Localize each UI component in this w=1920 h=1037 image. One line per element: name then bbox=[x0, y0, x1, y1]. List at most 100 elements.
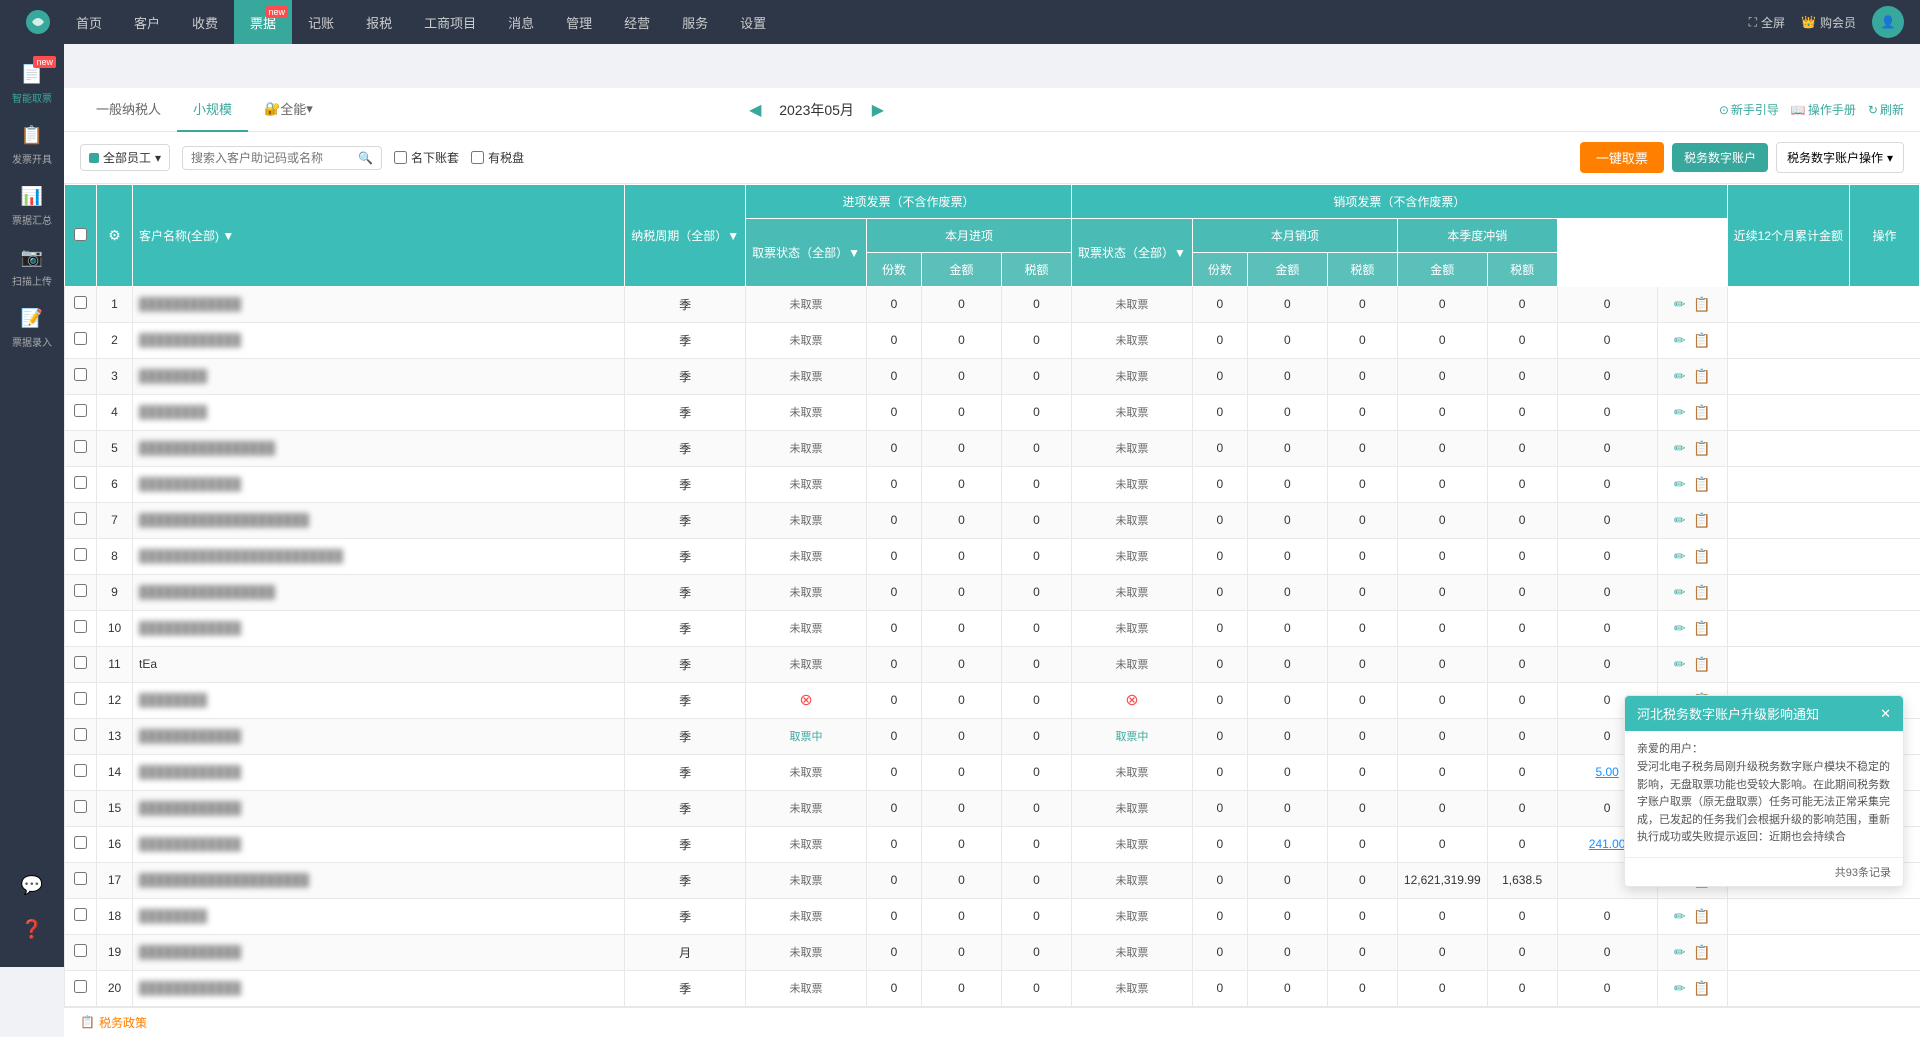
row-checkbox[interactable] bbox=[74, 908, 87, 921]
edit-button[interactable]: ✏ bbox=[1672, 942, 1688, 963]
copy-button[interactable]: 📋 bbox=[1691, 330, 1712, 351]
sidebar-item-invoice-open[interactable]: 📋 发票开具 bbox=[0, 113, 64, 174]
copy-button[interactable]: 📋 bbox=[1691, 618, 1712, 639]
th-client-name[interactable]: 客户名称(全部) ▼ bbox=[133, 185, 625, 287]
subaccount-checkbox[interactable] bbox=[394, 151, 407, 164]
taxdisk-checkbox[interactable] bbox=[471, 151, 484, 164]
row-checkbox[interactable] bbox=[74, 332, 87, 345]
edit-button[interactable]: ✏ bbox=[1672, 294, 1688, 315]
nav-operation[interactable]: 经营 bbox=[608, 0, 666, 44]
row-checkbox[interactable] bbox=[74, 620, 87, 633]
th-tax-period[interactable]: 纳税周期（全部）▼ bbox=[625, 185, 746, 287]
client-name[interactable]: ████████████ bbox=[139, 477, 241, 491]
edit-button[interactable]: ✏ bbox=[1672, 546, 1688, 567]
copy-button[interactable]: 📋 bbox=[1691, 510, 1712, 531]
gear-icon[interactable]: ⚙ bbox=[108, 227, 121, 243]
row-checkbox[interactable] bbox=[74, 980, 87, 993]
client-name[interactable]: ████████████ bbox=[139, 945, 241, 959]
copy-button[interactable]: 📋 bbox=[1691, 402, 1712, 423]
client-name[interactable]: ████████ bbox=[139, 369, 219, 383]
sidebar-item-smart-ticket[interactable]: 📄 智能取票 new bbox=[0, 52, 64, 113]
search-input[interactable] bbox=[191, 151, 354, 165]
row-checkbox[interactable] bbox=[74, 296, 87, 309]
employee-select[interactable]: 全部员工 ▾ bbox=[80, 144, 170, 171]
tab-all[interactable]: 🔐 全能 ▾ bbox=[248, 88, 329, 132]
nav-home[interactable]: 首页 bbox=[60, 0, 118, 44]
row-checkbox[interactable] bbox=[74, 548, 87, 561]
one-click-fetch-button[interactable]: 一键取票 bbox=[1580, 142, 1664, 173]
client-name[interactable]: tEa bbox=[139, 657, 157, 671]
edit-button[interactable]: ✏ bbox=[1672, 402, 1688, 423]
copy-button[interactable]: 📋 bbox=[1691, 438, 1712, 459]
row-checkbox[interactable] bbox=[74, 476, 87, 489]
sidebar-item-ticket-entry[interactable]: 📝 票据录入 bbox=[0, 296, 64, 357]
copy-button[interactable]: 📋 bbox=[1691, 366, 1712, 387]
refresh-link[interactable]: ↻ 刷新 bbox=[1868, 101, 1904, 118]
row-checkbox[interactable] bbox=[74, 692, 87, 705]
nav-accounting[interactable]: 记账 bbox=[292, 0, 350, 44]
new-guide-link[interactable]: ⊙ 新手引导 bbox=[1719, 101, 1779, 118]
sum-12m-link[interactable]: 5.00 bbox=[1595, 765, 1618, 779]
client-name[interactable]: ████████████ bbox=[139, 801, 241, 815]
nav-message[interactable]: 消息 bbox=[492, 0, 550, 44]
manual-link[interactable]: 📖 操作手册 bbox=[1791, 101, 1856, 118]
client-name[interactable]: ████████████ bbox=[139, 837, 241, 851]
row-checkbox[interactable] bbox=[74, 836, 87, 849]
sidebar-item-chat[interactable]: 💬 bbox=[0, 863, 64, 907]
tax-digital-account-button[interactable]: 税务数字账户 bbox=[1672, 143, 1768, 172]
nav-business[interactable]: 工商项目 bbox=[408, 0, 492, 44]
checkbox-subaccount[interactable]: 名下账套 bbox=[394, 149, 459, 166]
nav-tax[interactable]: 报税 bbox=[350, 0, 408, 44]
row-checkbox[interactable] bbox=[74, 512, 87, 525]
client-name[interactable]: ████████████ bbox=[139, 297, 241, 311]
edit-button[interactable]: ✏ bbox=[1672, 906, 1688, 927]
row-checkbox[interactable] bbox=[74, 404, 87, 417]
sidebar-item-help[interactable]: ❓ bbox=[0, 907, 64, 951]
sum-12m-link[interactable]: 241.00 bbox=[1589, 837, 1626, 851]
row-checkbox[interactable] bbox=[74, 800, 87, 813]
client-name[interactable]: ████████ bbox=[139, 405, 219, 419]
copy-button[interactable]: 📋 bbox=[1691, 546, 1712, 567]
date-prev-button[interactable]: ◀ bbox=[743, 98, 767, 122]
sidebar-item-ticket-summary[interactable]: 📊 票据汇总 bbox=[0, 174, 64, 235]
copy-button[interactable]: 📋 bbox=[1691, 582, 1712, 603]
edit-button[interactable]: ✏ bbox=[1672, 510, 1688, 531]
client-name[interactable]: ████████████████████ bbox=[139, 513, 309, 527]
tax-digital-dropdown-button[interactable]: 税务数字账户操作 ▾ bbox=[1776, 142, 1904, 173]
row-checkbox[interactable] bbox=[74, 440, 87, 453]
client-name[interactable]: ████████ bbox=[139, 693, 219, 707]
edit-button[interactable]: ✏ bbox=[1672, 330, 1688, 351]
edit-button[interactable]: ✏ bbox=[1672, 582, 1688, 603]
select-all-checkbox[interactable] bbox=[74, 228, 87, 241]
avatar[interactable]: 👤 bbox=[1872, 6, 1904, 38]
copy-button[interactable]: 📋 bbox=[1691, 942, 1712, 963]
row-checkbox[interactable] bbox=[74, 764, 87, 777]
tax-policy-link[interactable]: 📋 税务政策 bbox=[80, 1014, 147, 1031]
edit-button[interactable]: ✏ bbox=[1672, 618, 1688, 639]
edit-button[interactable]: ✏ bbox=[1672, 438, 1688, 459]
copy-button[interactable]: 📋 bbox=[1691, 294, 1712, 315]
client-name[interactable]: ████████████████████ bbox=[139, 873, 309, 887]
client-name[interactable]: ████████████ bbox=[139, 621, 241, 635]
row-checkbox[interactable] bbox=[74, 368, 87, 381]
client-name[interactable]: ████████████████ bbox=[139, 441, 275, 455]
nav-fee[interactable]: 收费 bbox=[176, 0, 234, 44]
client-name[interactable]: ████████████ bbox=[139, 333, 241, 347]
copy-button[interactable]: 📋 bbox=[1691, 474, 1712, 495]
row-checkbox[interactable] bbox=[74, 728, 87, 741]
sidebar-item-scan-upload[interactable]: 📷 扫描上传 bbox=[0, 235, 64, 296]
row-checkbox[interactable] bbox=[74, 584, 87, 597]
logo[interactable] bbox=[16, 0, 60, 44]
client-name[interactable]: ████████████ bbox=[139, 765, 241, 779]
th-in-status[interactable]: 取票状态（全部）▼ bbox=[746, 219, 867, 287]
nav-customer[interactable]: 客户 bbox=[118, 0, 176, 44]
nav-settings[interactable]: 设置 bbox=[724, 0, 782, 44]
edit-button[interactable]: ✏ bbox=[1672, 366, 1688, 387]
copy-button[interactable]: 📋 bbox=[1691, 654, 1712, 675]
copy-button[interactable]: 📋 bbox=[1691, 978, 1712, 999]
date-next-button[interactable]: ▶ bbox=[866, 98, 890, 122]
fullscreen-button[interactable]: ⛶ 全屏 bbox=[1749, 14, 1785, 31]
edit-button[interactable]: ✏ bbox=[1672, 474, 1688, 495]
client-name[interactable]: ████████████████████████ bbox=[139, 549, 343, 563]
checkbox-tax-disk[interactable]: 有税盘 bbox=[471, 149, 524, 166]
